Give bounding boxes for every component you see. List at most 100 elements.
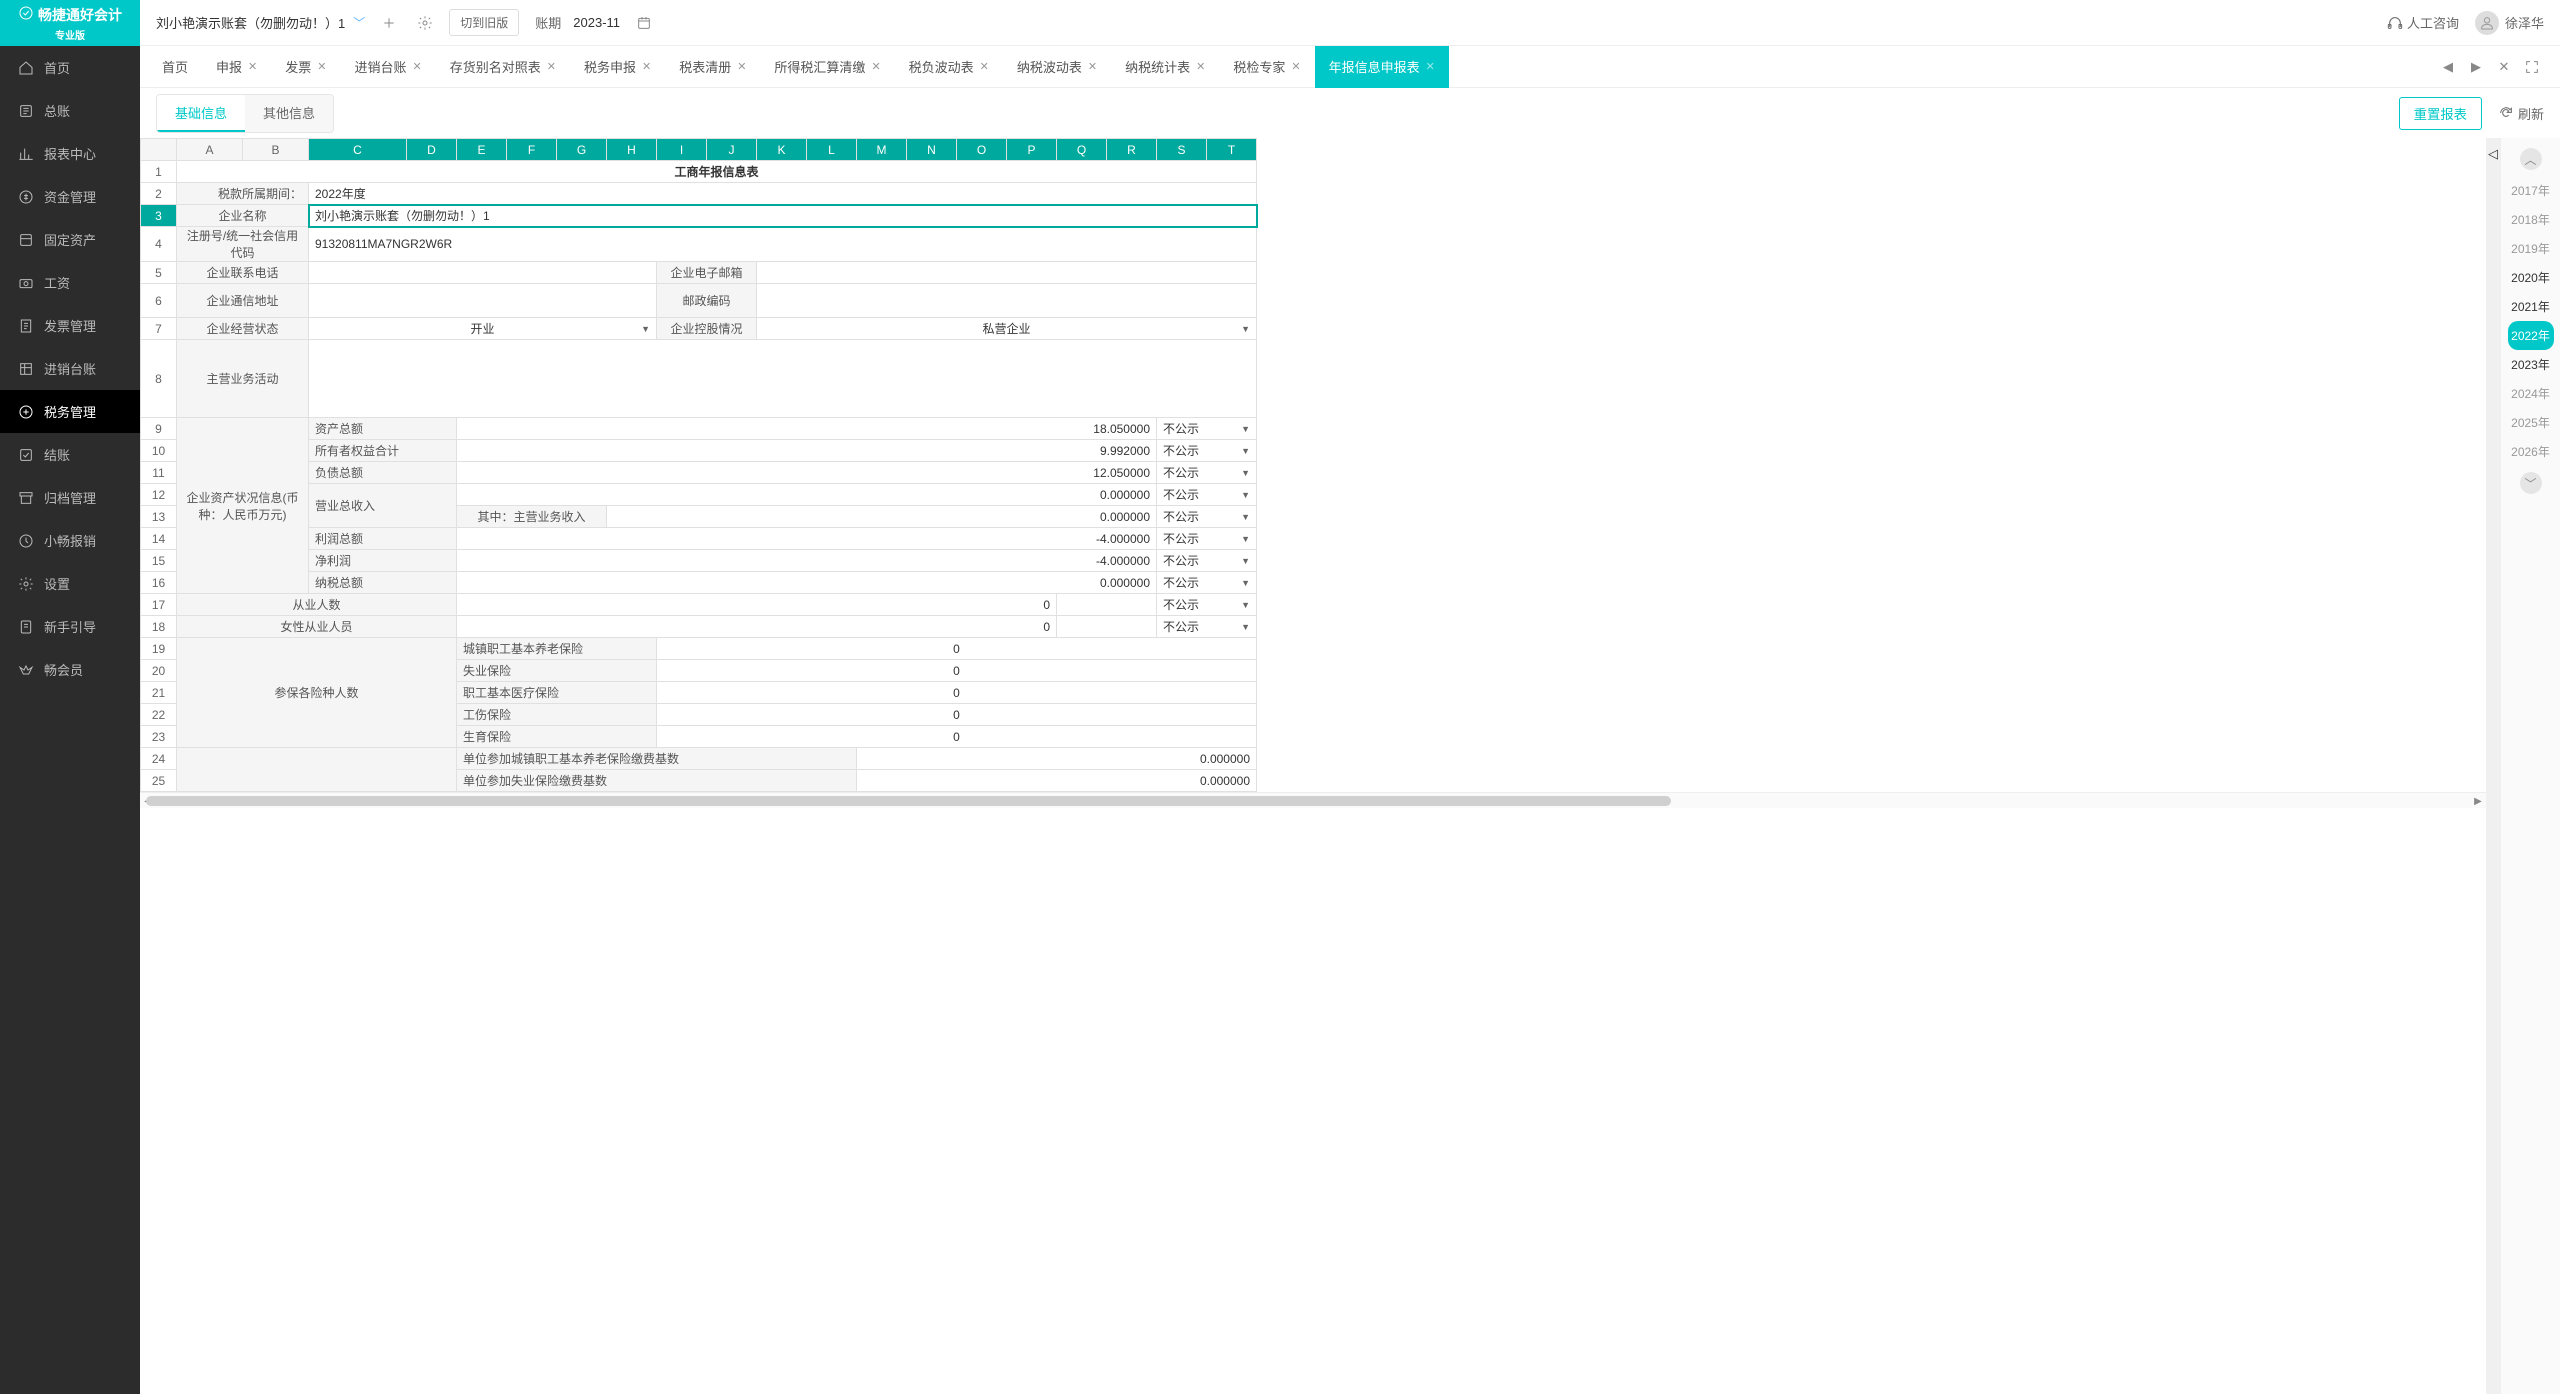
col-header[interactable]: A	[177, 139, 243, 161]
reset-report-button[interactable]: 重置报表	[2399, 97, 2482, 130]
year-item[interactable]: 2021年	[2508, 292, 2554, 321]
profit-value[interactable]: -4.000000	[457, 528, 1157, 550]
year-item[interactable]: 2018年	[2508, 205, 2554, 234]
publish-select[interactable]: 不公示▼	[1157, 594, 1257, 616]
close-icon[interactable]: ✕	[248, 60, 257, 73]
switch-old-button[interactable]: 切到旧版	[449, 9, 519, 36]
tabs-close-all-button[interactable]: ✕	[2492, 55, 2516, 79]
pension-value[interactable]: 0	[657, 638, 1257, 660]
sidebar-item-0[interactable]: 首页	[0, 46, 140, 89]
close-icon[interactable]: ✕	[1291, 60, 1300, 73]
postal-value[interactable]	[757, 284, 1257, 318]
addr-value[interactable]	[309, 284, 657, 318]
col-header[interactable]: E	[457, 139, 507, 161]
email-value[interactable]	[757, 262, 1257, 284]
sidebar-item-7[interactable]: 进销台账	[0, 347, 140, 390]
year-item[interactable]: 2022年	[2508, 321, 2554, 350]
close-icon[interactable]: ✕	[317, 60, 326, 73]
publish-select[interactable]: 不公示▼	[1157, 506, 1257, 528]
tax-period-value[interactable]: 2022年度	[309, 183, 1257, 205]
tab-2[interactable]: 发票✕	[271, 46, 340, 88]
publish-select[interactable]: 不公示▼	[1157, 616, 1257, 638]
company-name-cell[interactable]: 刘小艳演示账套（勿删勿动！）1	[309, 205, 1257, 227]
sidebar-item-8[interactable]: 税务管理	[0, 390, 140, 433]
publish-select[interactable]: 不公示▼	[1157, 418, 1257, 440]
col-header[interactable]: S	[1157, 139, 1207, 161]
close-icon[interactable]: ✕	[1196, 60, 1205, 73]
year-item[interactable]: 2019年	[2508, 234, 2554, 263]
close-icon[interactable]: ✕	[547, 60, 556, 73]
sidebar-item-10[interactable]: 归档管理	[0, 476, 140, 519]
tab-9[interactable]: 纳税波动表✕	[1003, 46, 1111, 88]
sidebar-item-13[interactable]: 新手引导	[0, 605, 140, 648]
close-icon[interactable]: ✕	[413, 60, 422, 73]
publish-select[interactable]: 不公示▼	[1157, 462, 1257, 484]
sidebar-item-14[interactable]: 畅会员	[0, 648, 140, 691]
sidebar-item-2[interactable]: 报表中心	[0, 132, 140, 175]
close-icon[interactable]: ✕	[980, 60, 989, 73]
sidebar-item-9[interactable]: 结账	[0, 433, 140, 476]
close-icon[interactable]: ✕	[737, 60, 746, 73]
tabs-prev-button[interactable]: ◀	[2436, 55, 2460, 79]
col-header[interactable]: J	[707, 139, 757, 161]
col-header[interactable]: C	[309, 139, 407, 161]
net-profit-value[interactable]: -4.000000	[457, 550, 1157, 572]
sidebar-item-1[interactable]: 总账	[0, 89, 140, 132]
consult-button[interactable]: 人工咨询	[2387, 13, 2459, 32]
account-selector[interactable]: 刘小艳演示账套（勿删勿动！）1 ﹀	[156, 13, 365, 32]
year-item[interactable]: 2023年	[2508, 350, 2554, 379]
revenue-value[interactable]: 0.000000	[457, 484, 1157, 506]
scrollbar-thumb[interactable]	[146, 796, 1671, 806]
phone-value[interactable]	[309, 262, 657, 284]
equity-value[interactable]: 9.992000	[457, 440, 1157, 462]
tab-7[interactable]: 所得税汇算清缴✕	[760, 46, 894, 88]
col-header[interactable]: R	[1107, 139, 1157, 161]
col-header[interactable]: G	[557, 139, 607, 161]
collapse-year-panel[interactable]: ◁	[2486, 138, 2500, 1394]
calendar-icon[interactable]	[632, 11, 656, 35]
tab-10[interactable]: 纳税统计表✕	[1111, 46, 1219, 88]
pension-base-value[interactable]: 0.000000	[857, 748, 1257, 770]
publish-select[interactable]: 不公示▼	[1157, 572, 1257, 594]
year-item[interactable]: 2024年	[2508, 379, 2554, 408]
horizontal-scrollbar[interactable]: ◀ ▶	[140, 792, 2486, 808]
select-all-cell[interactable]	[141, 139, 177, 161]
col-header[interactable]: D	[407, 139, 457, 161]
sub-tab-other[interactable]: 其他信息	[245, 95, 333, 132]
publish-select[interactable]: 不公示▼	[1157, 528, 1257, 550]
tab-5[interactable]: 税务申报✕	[570, 46, 665, 88]
sidebar-item-11[interactable]: 小畅报销	[0, 519, 140, 562]
unemp-value[interactable]: 0	[657, 660, 1257, 682]
col-header[interactable]: N	[907, 139, 957, 161]
liab-value[interactable]: 12.050000	[457, 462, 1157, 484]
col-header[interactable]: B	[243, 139, 309, 161]
col-header[interactable]: I	[657, 139, 707, 161]
reg-no-value[interactable]: 91320811MA7NGR2W6R	[309, 227, 1257, 262]
account-settings-button[interactable]	[413, 11, 437, 35]
year-item[interactable]: 2020年	[2508, 263, 2554, 292]
add-account-button[interactable]	[377, 11, 401, 35]
period-value[interactable]: 2023-11	[573, 15, 620, 30]
col-header[interactable]: H	[607, 139, 657, 161]
female-value[interactable]: 0	[457, 616, 1057, 638]
status-select[interactable]: 开业▼	[309, 318, 657, 340]
col-header[interactable]: O	[957, 139, 1007, 161]
sidebar-item-4[interactable]: 固定资产	[0, 218, 140, 261]
tab-1[interactable]: 申报✕	[202, 46, 271, 88]
col-header[interactable]: M	[857, 139, 907, 161]
tab-0[interactable]: 首页	[148, 46, 202, 88]
sidebar-item-3[interactable]: 资金管理	[0, 175, 140, 218]
unemp-base-value[interactable]: 0.000000	[857, 770, 1257, 792]
main-biz-value[interactable]	[309, 340, 1257, 418]
main-rev-value[interactable]: 0.000000	[607, 506, 1157, 528]
col-header[interactable]: K	[757, 139, 807, 161]
sidebar-item-6[interactable]: 发票管理	[0, 304, 140, 347]
user-menu[interactable]: 徐泽华	[2475, 11, 2544, 35]
fullscreen-button[interactable]	[2520, 55, 2544, 79]
medical-value[interactable]: 0	[657, 682, 1257, 704]
sheet-scroll[interactable]: A B C D E F G H I J K L M	[140, 138, 2486, 1394]
holding-select[interactable]: 私营企业▼	[757, 318, 1257, 340]
sidebar-item-12[interactable]: 设置	[0, 562, 140, 605]
maternity-value[interactable]: 0	[657, 726, 1257, 748]
year-item[interactable]: 2017年	[2508, 176, 2554, 205]
